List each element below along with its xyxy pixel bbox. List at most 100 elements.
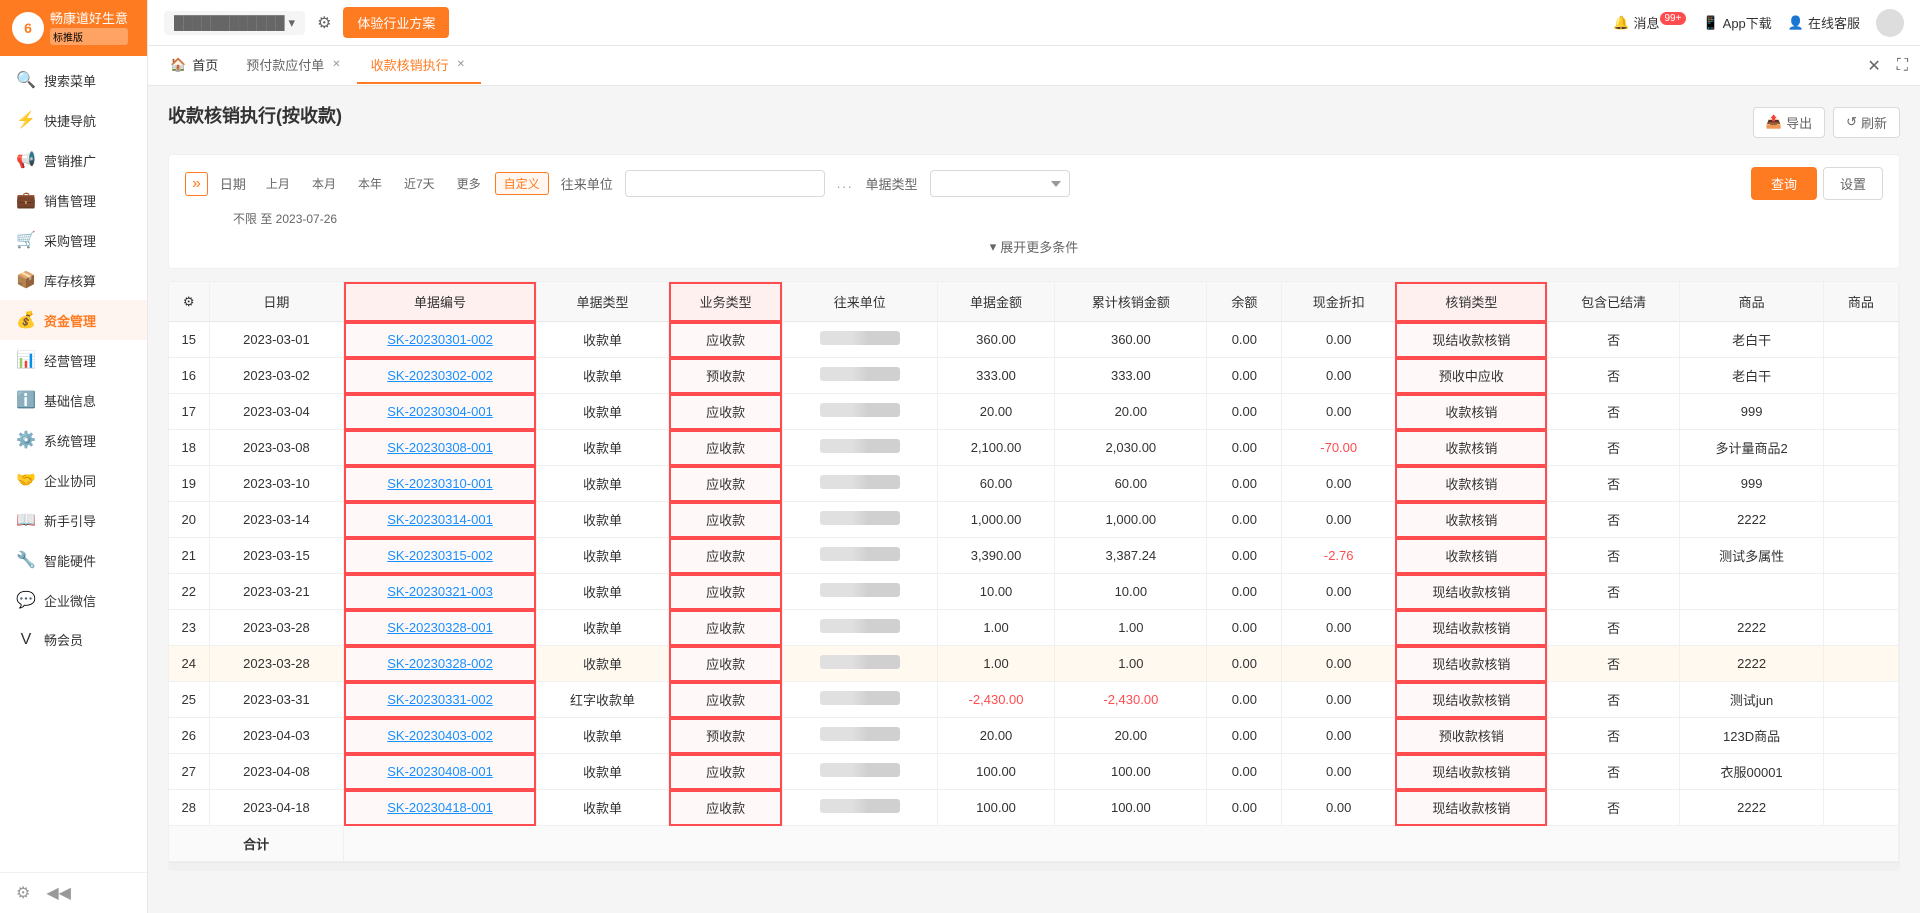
table-row: 26 2023-04-03 SK-20230403-002 收款单 预收款 20… (169, 718, 1899, 754)
bill-no-link[interactable]: SK-20230321-003 (387, 584, 493, 599)
cell-cancel-type: 现结收款核销 (1395, 322, 1547, 358)
app-download-action[interactable]: 📱 App下载 (1702, 13, 1771, 32)
sidebar-item-1[interactable]: ⚡快捷导航 (0, 100, 147, 140)
expand-more-button[interactable]: ▾ 展开更多条件 (990, 237, 1079, 256)
sidebar-item-11[interactable]: 📖新手引导 (0, 500, 147, 540)
user-avatar[interactable] (1876, 9, 1904, 37)
export-button[interactable]: 📤 导出 (1753, 107, 1825, 138)
date-this-year[interactable]: 本年 (350, 172, 390, 195)
cell-amount: -2,430.00 (937, 682, 1055, 718)
cell-partner (782, 646, 937, 682)
cell-goods: 2222 (1680, 646, 1823, 682)
sidebar-item-14[interactable]: V畅会员 (0, 620, 147, 659)
date-this-month[interactable]: 本月 (304, 172, 344, 195)
bill-no-link[interactable]: SK-20230315-002 (387, 548, 493, 563)
phone-icon: 📱 (1702, 15, 1718, 31)
bill-no-link[interactable]: SK-20230310-001 (387, 476, 493, 491)
sidebar-icon-7: 📊 (16, 350, 36, 370)
bill-no-link[interactable]: SK-20230418-001 (387, 800, 493, 815)
sidebar-item-10[interactable]: 🤝企业协同 (0, 460, 147, 500)
sidebar-label-10: 企业协同 (44, 471, 96, 490)
bill-no-link[interactable]: SK-20230328-001 (387, 620, 493, 635)
cell-no: 25 (169, 682, 209, 718)
collapse-icon[interactable]: ◀◀ (46, 883, 71, 903)
tab-expand-icon[interactable]: ⛶ (1893, 53, 1912, 79)
cell-verified-amount: 2,030.00 (1055, 430, 1207, 466)
bill-no-link[interactable]: SK-20230328-002 (387, 656, 493, 671)
bill-no-link[interactable]: SK-20230331-002 (387, 692, 493, 707)
partner-input[interactable] (625, 170, 825, 197)
export-label: 导出 (1786, 113, 1812, 132)
tab-prepay-close[interactable]: ✕ (330, 57, 342, 72)
th-include-settled: 包含已结清 (1547, 282, 1680, 322)
date-more[interactable]: 更多 (449, 172, 489, 195)
date-7days[interactable]: 近7天 (396, 172, 443, 195)
settings-footer-icon[interactable]: ⚙ (16, 883, 30, 903)
cell-biz-type: 应收款 (669, 574, 783, 610)
th-settings[interactable]: ⚙ (169, 282, 209, 322)
cell-goods2 (1823, 394, 1898, 430)
partner-blurred (820, 331, 900, 345)
cell-cash-discount: 0.00 (1282, 394, 1396, 430)
cell-goods: 2222 (1680, 610, 1823, 646)
date-prev-month[interactable]: 上月 (258, 172, 298, 195)
sidebar-item-7[interactable]: 📊经营管理 (0, 340, 147, 380)
tab-prepay[interactable]: 预付款应付单 ✕ (232, 47, 356, 84)
cell-verified-amount: 20.00 (1055, 718, 1207, 754)
bill-no-link[interactable]: SK-20230403-002 (387, 728, 493, 743)
expand-arrow-icon[interactable]: » (185, 172, 208, 196)
sidebar-item-4[interactable]: 🛒采购管理 (0, 220, 147, 260)
sidebar-item-3[interactable]: 💼销售管理 (0, 180, 147, 220)
bill-no-link[interactable]: SK-20230308-001 (387, 440, 493, 455)
table-row: 15 2023-03-01 SK-20230301-002 收款单 应收款 36… (169, 322, 1899, 358)
sidebar-label-3: 销售管理 (44, 191, 96, 210)
messages-action[interactable]: 🔔 消息 99+ (1613, 13, 1686, 32)
sidebar-item-0[interactable]: 🔍搜索菜单 (0, 60, 147, 100)
sidebar-item-9[interactable]: ⚙️系统管理 (0, 420, 147, 460)
cell-goods: 999 (1680, 394, 1823, 430)
more-options-icon[interactable]: ... (837, 176, 854, 191)
bill-no-link[interactable]: SK-20230314-001 (387, 512, 493, 527)
cell-biz-type: 应收款 (669, 646, 783, 682)
bill-type-select[interactable] (930, 170, 1070, 197)
sidebar-icon-6: 💰 (16, 310, 36, 330)
bill-no-link[interactable]: SK-20230301-002 (387, 332, 493, 347)
sidebar-item-12[interactable]: 🔧智能硬件 (0, 540, 147, 580)
horizontal-scrollbar[interactable] (169, 862, 1899, 870)
sidebar-item-6[interactable]: 💰 资金管理 (0, 300, 147, 340)
sidebar-label-6: 资金管理 (44, 311, 96, 330)
expand-more-row: ▾ 展开更多条件 (185, 237, 1883, 256)
tab-close-all-icon[interactable]: ✕ (1863, 52, 1884, 80)
cell-bill-no: SK-20230328-001 (344, 610, 536, 646)
settings-icon[interactable]: ⚙ (313, 9, 335, 37)
bill-no-link[interactable]: SK-20230304-001 (387, 404, 493, 419)
company-selector[interactable]: ████████████ ▾ (164, 11, 305, 35)
cell-amount: 60.00 (937, 466, 1055, 502)
table-settings-button[interactable]: 设置 (1823, 167, 1883, 200)
sidebar-item-2[interactable]: 📢营销推广 (0, 140, 147, 180)
online-service-action[interactable]: 👤 在线客服 (1788, 13, 1860, 32)
cell-include-settled: 否 (1547, 322, 1680, 358)
sidebar-item-5[interactable]: 📦库存核算 (0, 260, 147, 300)
cell-verified-amount: 100.00 (1055, 754, 1207, 790)
cell-date: 2023-03-08 (209, 430, 344, 466)
cell-date: 2023-03-28 (209, 610, 344, 646)
query-button[interactable]: 查询 (1751, 167, 1817, 200)
table-row: 22 2023-03-21 SK-20230321-003 收款单 应收款 10… (169, 574, 1899, 610)
date-custom-btn[interactable]: 自定义 (495, 172, 549, 195)
industry-button[interactable]: 体验行业方案 (343, 7, 449, 38)
cell-cancel-type: 现结收款核销 (1395, 682, 1547, 718)
sidebar-item-13[interactable]: 💬企业微信 (0, 580, 147, 620)
tab-home[interactable]: 🏠 首页 (156, 47, 232, 84)
cell-date: 2023-03-15 (209, 538, 344, 574)
cell-goods: 2222 (1680, 790, 1823, 826)
refresh-button[interactable]: ↺ 刷新 (1833, 107, 1900, 138)
cell-cancel-type: 预收款核销 (1395, 718, 1547, 754)
sidebar-item-8[interactable]: ℹ️基础信息 (0, 380, 147, 420)
cell-bill-no: SK-20230304-001 (344, 394, 536, 430)
bill-no-link[interactable]: SK-20230302-002 (387, 368, 493, 383)
table-row: 16 2023-03-02 SK-20230302-002 收款单 预收款 33… (169, 358, 1899, 394)
tab-collection[interactable]: 收款核销执行 ✕ (357, 47, 481, 84)
tab-collection-close[interactable]: ✕ (455, 57, 467, 72)
bill-no-link[interactable]: SK-20230408-001 (387, 764, 493, 779)
